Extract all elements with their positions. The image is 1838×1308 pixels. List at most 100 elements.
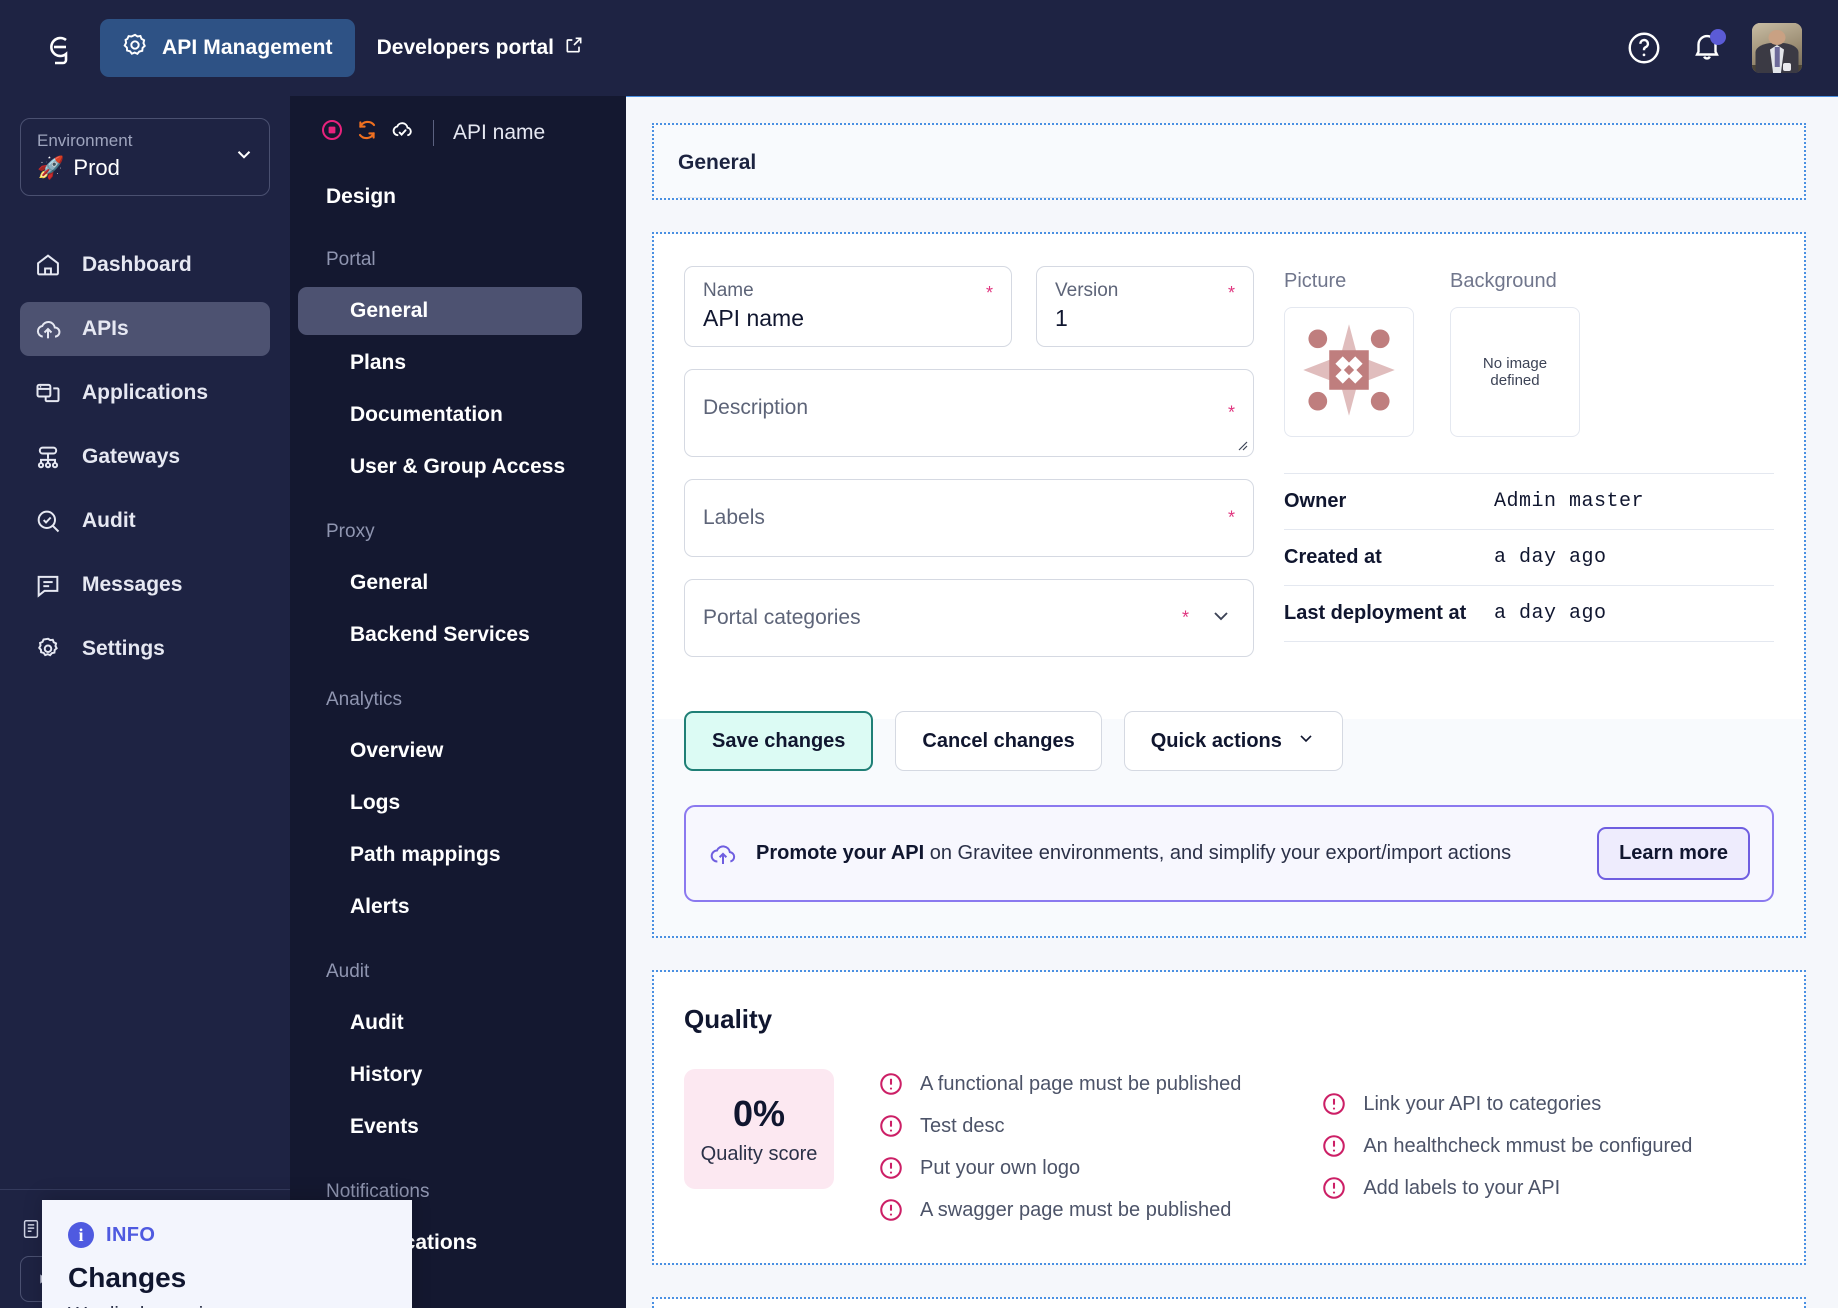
sidebar-item-label: Dashboard (82, 253, 192, 277)
alert-circle-icon (878, 1155, 904, 1181)
sidebar-item-messages[interactable]: Messages (20, 558, 270, 612)
portal-categories-label: Portal categories (703, 606, 1235, 630)
alert-circle-icon (1321, 1175, 1347, 1201)
quality-list-left: A functional page must be published Test… (878, 1071, 1241, 1223)
list-item-label: A swagger page must be published (920, 1199, 1231, 1222)
labels-label: Labels (703, 506, 1235, 530)
info-key: Last deployment at (1284, 586, 1494, 642)
page-title: General (678, 151, 1780, 175)
quality-title: Quality (684, 1004, 1774, 1035)
required-marker: * (1228, 283, 1235, 304)
learn-more-button[interactable]: Learn more (1597, 827, 1750, 880)
danger-zone-card: Danger Zone (652, 1297, 1806, 1308)
promote-api-rest: on Gravitee environments, and simplify y… (924, 842, 1511, 864)
api-nav-item-general-portal[interactable]: General (298, 287, 582, 335)
sidebar-item-label: APIs (82, 317, 129, 341)
developers-portal-link[interactable]: Developers portal (377, 35, 584, 61)
api-nav-item-documentation[interactable]: Documentation (316, 391, 604, 439)
api-nav-item-backend-services[interactable]: Backend Services (316, 611, 604, 659)
sidebar-item-gateways[interactable]: Gateways (20, 430, 270, 484)
api-nav-item-events[interactable]: Events (316, 1103, 604, 1151)
resize-handle[interactable] (1234, 437, 1248, 451)
sidebar-item-apis[interactable]: APIs (20, 302, 270, 356)
sync-orange-icon (355, 118, 379, 147)
api-nav-item-general-proxy[interactable]: General (316, 559, 604, 607)
background-upload[interactable]: No image defined (1450, 307, 1580, 437)
home-icon (34, 251, 62, 279)
api-nav-item-path-mappings[interactable]: Path mappings (316, 831, 604, 879)
stopped-circle-icon (320, 118, 344, 147)
cloud-upload-icon (708, 839, 738, 869)
gravitee-logo-icon[interactable] (42, 28, 76, 68)
info-value: a day ago (1494, 530, 1774, 586)
api-nav-item-logs[interactable]: Logs (316, 779, 604, 827)
sidebar-item-applications[interactable]: Applications (20, 366, 270, 420)
info-popup-header: i INFO (68, 1222, 386, 1248)
help-circle-icon[interactable] (1626, 30, 1662, 66)
avatar[interactable] (1752, 23, 1802, 73)
windows-stack-icon (34, 379, 62, 407)
cancel-button[interactable]: Cancel changes (895, 711, 1101, 771)
api-management-button[interactable]: API Management (100, 19, 355, 77)
chevron-down-icon (1296, 728, 1316, 754)
background-empty-text: No image defined (1457, 355, 1573, 389)
sidebar-divider (0, 1189, 290, 1190)
labels-field[interactable]: Labels * (684, 479, 1254, 557)
api-nav-design[interactable]: Design (316, 179, 604, 215)
sidebar-item-label: Messages (82, 573, 182, 597)
quality-score-value: 0% (733, 1093, 785, 1135)
api-status-header: API name (316, 118, 604, 147)
sidebar-item-dashboard[interactable]: Dashboard (20, 238, 270, 292)
chevron-down-icon[interactable] (1209, 604, 1233, 633)
list-item-label: Link your API to categories (1363, 1093, 1601, 1116)
required-marker: * (1182, 608, 1189, 629)
quality-score-label: Quality score (701, 1143, 818, 1166)
list-item: Test desc (878, 1113, 1241, 1139)
picture-label: Picture (1284, 270, 1414, 293)
environment-selector[interactable]: Environment 🚀 Prod (20, 118, 270, 196)
divider (433, 120, 434, 146)
search-check-icon (34, 507, 62, 535)
sidebar-item-label: Gateways (82, 445, 180, 469)
alert-circle-icon (878, 1197, 904, 1223)
sidebar-item-audit[interactable]: Audit (20, 494, 270, 548)
version-field[interactable]: Version 1 * (1036, 266, 1254, 347)
quick-actions-button[interactable]: Quick actions (1124, 711, 1343, 771)
api-nav-item-history[interactable]: History (316, 1051, 604, 1099)
bell-icon[interactable] (1690, 29, 1724, 67)
api-management-label: API Management (162, 36, 333, 60)
description-label: Description (703, 396, 1235, 420)
alert-circle-icon (878, 1071, 904, 1097)
environment-label: Environment (37, 131, 253, 151)
sidebar-item-label: Audit (82, 509, 136, 533)
list-item-label: Put your own logo (920, 1157, 1080, 1180)
api-nav-item-plans[interactable]: Plans (316, 339, 604, 387)
description-field[interactable]: Description * (684, 369, 1254, 457)
promote-api-banner: Promote your API on Gravitee environment… (684, 805, 1774, 902)
api-nav-item-overview[interactable]: Overview (316, 727, 604, 775)
external-link-icon (564, 35, 584, 61)
portal-categories-select[interactable]: Portal categories * (684, 579, 1254, 657)
required-marker: * (1228, 508, 1235, 529)
table-row: Owner Admin master (1284, 474, 1774, 530)
sidebar-item-settings[interactable]: Settings (20, 622, 270, 676)
topbar-actions (1626, 23, 1810, 73)
api-nav-group-portal: Portal (316, 249, 604, 271)
environment-value: Prod (73, 155, 119, 181)
api-nav-item-audit[interactable]: Audit (316, 999, 604, 1047)
promote-api-strong: Promote your API (756, 842, 924, 864)
media-and-info: Picture (1284, 266, 1774, 679)
background-block: Background No image defined (1450, 270, 1580, 437)
list-item: A functional page must be published (878, 1071, 1241, 1097)
name-label: Name (703, 280, 993, 302)
name-field[interactable]: Name API name * (684, 266, 1012, 347)
picture-upload[interactable] (1284, 307, 1414, 437)
save-button[interactable]: Save changes (684, 711, 873, 771)
api-nav-item-alerts[interactable]: Alerts (316, 883, 604, 931)
api-nav-item-user-group-access[interactable]: User & Group Access (316, 443, 604, 491)
promote-api-text: Promote your API on Gravitee environment… (756, 842, 1511, 865)
list-item: An healthcheck mmust be configured (1321, 1133, 1692, 1159)
info-key: Created at (1284, 530, 1494, 586)
notification-badge (1710, 29, 1726, 45)
background-label: Background (1450, 270, 1580, 293)
